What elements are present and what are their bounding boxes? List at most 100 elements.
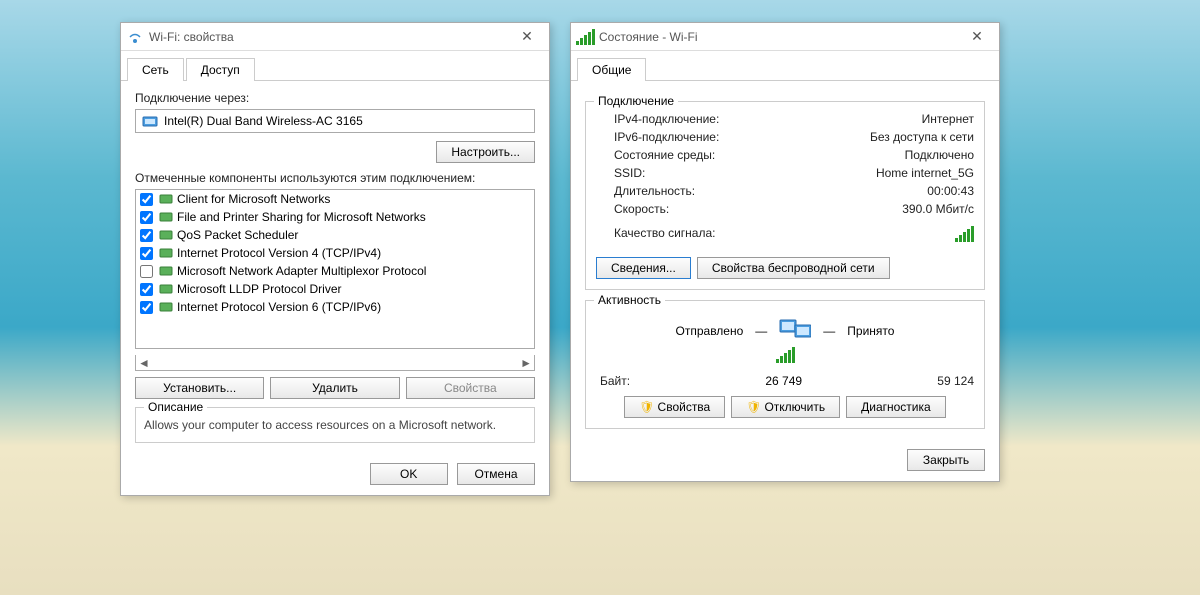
horizontal-scrollbar[interactable]: ◄ ►	[135, 355, 535, 371]
description-legend: Описание	[144, 400, 207, 414]
received-label: Принято	[847, 324, 894, 338]
tab-general[interactable]: Общие	[577, 58, 646, 81]
bytes-label: Байт:	[600, 374, 630, 388]
component-checkbox[interactable]	[140, 229, 153, 242]
content: Подключение IPv4-подключение: Интернет IP…	[571, 81, 999, 439]
signal-icon	[577, 29, 593, 45]
component-name: Internet Protocol Version 4 (TCP/IPv4)	[177, 246, 381, 260]
activity-signal-icon	[596, 347, 974, 366]
component-checkbox[interactable]	[140, 211, 153, 224]
component-name: Internet Protocol Version 6 (TCP/IPv6)	[177, 300, 381, 314]
component-checkbox[interactable]	[140, 247, 153, 260]
ipv6-value: Без доступа к сети	[870, 130, 974, 144]
properties-button[interactable]: 🛡Свойства	[624, 396, 725, 418]
ipv4-label: IPv4-подключение:	[614, 112, 719, 126]
content: Подключение через: Intel(R) Dual Band Wi…	[121, 81, 549, 453]
connection-group: Подключение IPv4-подключение:Интернет IP…	[585, 101, 985, 290]
activity-group: Активность Отправлено — — Принято	[585, 300, 985, 429]
wifi-status-window: Состояние - Wi-Fi ✕ Общие Подключение IP…	[570, 22, 1000, 482]
tab-row: Общие	[571, 51, 999, 81]
scroll-left-icon[interactable]: ◄	[138, 356, 150, 370]
tab-network[interactable]: Сеть	[127, 58, 184, 81]
wireless-properties-button[interactable]: Свойства беспроводной сети	[697, 257, 890, 279]
tab-sharing[interactable]: Доступ	[186, 58, 255, 81]
component-icon	[159, 229, 173, 241]
adapter-box: Intel(R) Dual Band Wireless-AC 3165	[135, 109, 535, 133]
scroll-right-icon[interactable]: ►	[520, 356, 532, 370]
component-name: Microsoft LLDP Protocol Driver	[177, 282, 342, 296]
component-checkbox[interactable]	[140, 283, 153, 296]
details-button[interactable]: Сведения...	[596, 257, 691, 279]
shield-icon: 🛡	[746, 400, 761, 414]
component-name: Client for Microsoft Networks	[177, 192, 330, 206]
component-name: QoS Packet Scheduler	[177, 228, 298, 242]
activity-legend: Активность	[594, 293, 665, 307]
bytes-received-value: 59 124	[937, 374, 974, 388]
close-icon[interactable]: ✕	[961, 28, 993, 45]
ssid-label: SSID:	[614, 166, 645, 180]
close-icon[interactable]: ✕	[511, 28, 543, 45]
list-item[interactable]: Client for Microsoft Networks	[136, 190, 534, 208]
dash-icon: —	[755, 324, 767, 338]
sent-label: Отправлено	[676, 324, 744, 338]
component-icon	[159, 211, 173, 223]
component-checkbox[interactable]	[140, 193, 153, 206]
connection-legend: Подключение	[594, 94, 678, 108]
properties-button[interactable]: Свойства	[406, 377, 535, 399]
component-checkbox[interactable]	[140, 301, 153, 314]
window-title: Wi-Fi: свойства	[149, 30, 511, 44]
components-list[interactable]: Client for Microsoft Networks File and Pr…	[135, 189, 535, 349]
connect-through-label: Подключение через:	[135, 91, 535, 105]
component-icon	[159, 265, 173, 277]
media-state-value: Подключено	[905, 148, 974, 162]
component-checkbox[interactable]	[140, 265, 153, 278]
uninstall-button[interactable]: Удалить	[270, 377, 399, 399]
list-item[interactable]: Internet Protocol Version 4 (TCP/IPv4)	[136, 244, 534, 262]
adapter-icon	[142, 114, 158, 128]
wifi-properties-window: Wi-Fi: свойства ✕ Сеть Доступ Подключени…	[120, 22, 550, 496]
speed-label: Скорость:	[614, 202, 669, 216]
wifi-icon	[127, 29, 143, 45]
component-icon	[159, 193, 173, 205]
list-item[interactable]: Microsoft Network Adapter Multiplexor Pr…	[136, 262, 534, 280]
list-item[interactable]: File and Printer Sharing for Microsoft N…	[136, 208, 534, 226]
speed-value: 390.0 Мбит/с	[902, 202, 974, 216]
signal-quality-icon	[955, 226, 974, 245]
adapter-name: Intel(R) Dual Band Wireless-AC 3165	[164, 114, 363, 128]
dialog-footer: Закрыть	[571, 439, 999, 481]
close-button[interactable]: Закрыть	[907, 449, 985, 471]
bytes-sent-value: 26 749	[630, 374, 937, 388]
dialog-footer: OK Отмена	[121, 453, 549, 495]
list-item[interactable]: Microsoft LLDP Protocol Driver	[136, 280, 534, 298]
diagnose-button[interactable]: Диагностика	[846, 396, 946, 418]
install-button[interactable]: Установить...	[135, 377, 264, 399]
component-name: Microsoft Network Adapter Multiplexor Pr…	[177, 264, 426, 278]
monitors-icon	[779, 317, 811, 345]
components-label: Отмеченные компоненты используются этим …	[135, 171, 535, 185]
ok-button[interactable]: OK	[370, 463, 448, 485]
media-state-label: Состояние среды:	[614, 148, 715, 162]
ipv4-value: Интернет	[922, 112, 974, 126]
shield-icon: 🛡	[639, 400, 654, 414]
ipv6-label: IPv6-подключение:	[614, 130, 719, 144]
duration-value: 00:00:43	[927, 184, 974, 198]
component-icon	[159, 301, 173, 313]
signal-quality-label: Качество сигнала:	[614, 226, 715, 245]
component-icon	[159, 283, 173, 295]
ssid-value: Home internet_5G	[876, 166, 974, 180]
window-title: Состояние - Wi-Fi	[599, 30, 961, 44]
dash-icon: —	[823, 324, 835, 338]
duration-label: Длительность:	[614, 184, 695, 198]
cancel-button[interactable]: Отмена	[457, 463, 535, 485]
tab-row: Сеть Доступ	[121, 51, 549, 81]
list-item[interactable]: Internet Protocol Version 6 (TCP/IPv6)	[136, 298, 534, 316]
component-icon	[159, 247, 173, 259]
disable-button[interactable]: 🛡Отключить	[731, 396, 840, 418]
component-name: File and Printer Sharing for Microsoft N…	[177, 210, 426, 224]
description-text: Allows your computer to access resources…	[144, 414, 526, 434]
description-fieldset: Описание Allows your computer to access …	[135, 407, 535, 443]
configure-button[interactable]: Настроить...	[436, 141, 535, 163]
titlebar[interactable]: Wi-Fi: свойства ✕	[121, 23, 549, 51]
list-item[interactable]: QoS Packet Scheduler	[136, 226, 534, 244]
titlebar[interactable]: Состояние - Wi-Fi ✕	[571, 23, 999, 51]
